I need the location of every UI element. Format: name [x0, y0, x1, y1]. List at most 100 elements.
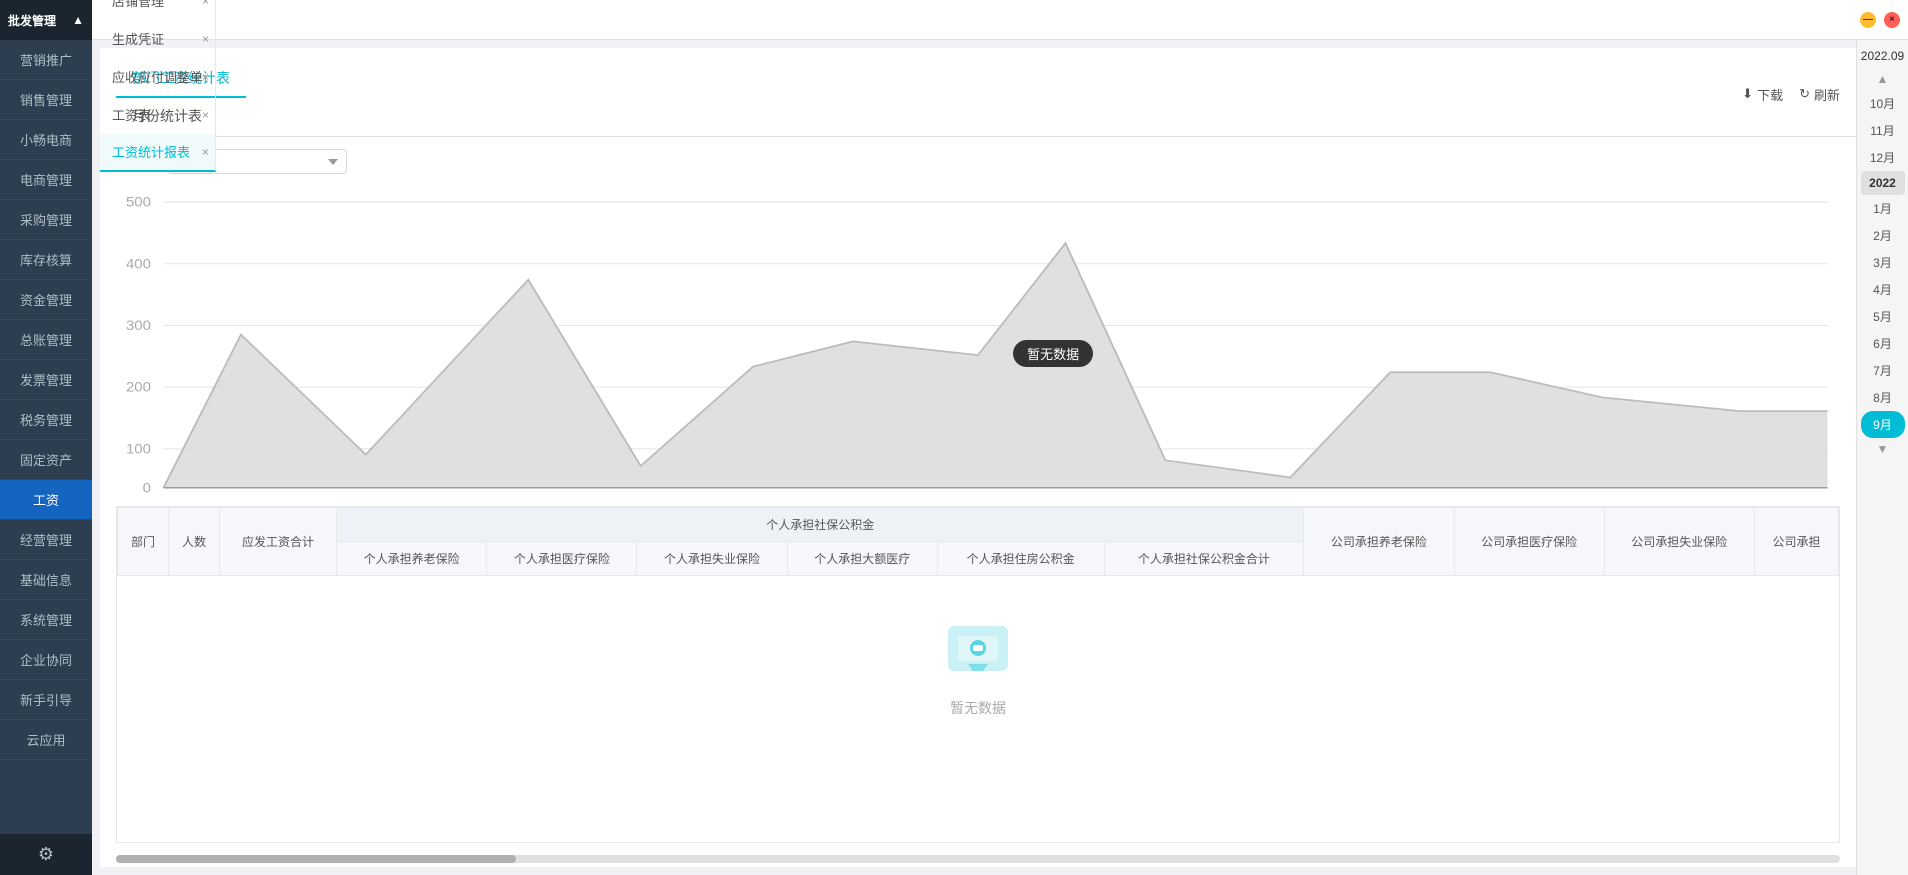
- toolbar: ⬇ 下载 ↻ 刷新: [1742, 85, 1840, 112]
- tab-voucher[interactable]: 生成凭证×: [100, 20, 216, 58]
- col-personal-med: 个人承担医疗保险: [487, 542, 637, 576]
- date-top-label: 2022.09: [1861, 44, 1905, 68]
- empty-icon: [938, 606, 1018, 686]
- date-nav-up[interactable]: ▲: [1865, 68, 1901, 90]
- svg-text:200: 200: [126, 380, 151, 395]
- tab-ar-ap[interactable]: 应收应付调整单×: [100, 58, 216, 96]
- sidebar-item-inventory[interactable]: 库存核算: [0, 240, 92, 280]
- sidebar-item-operations[interactable]: 经营管理: [0, 520, 92, 560]
- top-tabs-bar: 首页门店商品目录×销售单×店铺管理×生成凭证×应收应付调整单×工资表×工资统计报…: [92, 0, 1908, 40]
- col-personal-housing: 个人承担住房公积金: [937, 542, 1104, 576]
- sidebar: 批发管理 ▲ 营销推广销售管理小畅电商电商管理采购管理库存核算资金管理总账管理发…: [0, 0, 92, 875]
- sidebar-item-ecommerce-small[interactable]: 小畅电商: [0, 120, 92, 160]
- settings-button[interactable]: ⚙: [0, 834, 92, 875]
- sidebar-item-ledger[interactable]: 总账管理: [0, 320, 92, 360]
- date-nav-down[interactable]: ▼: [1865, 438, 1901, 460]
- date-item-2月[interactable]: 2月: [1861, 222, 1905, 249]
- download-label: 下载: [1757, 85, 1783, 104]
- salary-table: 部门 人数 应发工资合计 个人承担社保公积金 公司承担养老保险 公司承担医疗保险…: [117, 507, 1839, 576]
- download-icon: ⬇: [1742, 86, 1753, 102]
- sidebar-header: 批发管理 ▲: [0, 0, 92, 40]
- sidebar-item-guide[interactable]: 新手引导: [0, 680, 92, 720]
- svg-text:300: 300: [126, 319, 151, 334]
- col-company-other: 公司承担: [1754, 508, 1838, 576]
- col-group-personal: 个人承担社保公积金: [337, 508, 1304, 542]
- tab-close-ar-ap[interactable]: ×: [200, 68, 211, 86]
- table-wrapper[interactable]: 部门 人数 应发工资合计 个人承担社保公积金 公司承担养老保险 公司承担医疗保险…: [116, 506, 1840, 843]
- tab-close-store-manage[interactable]: ×: [200, 0, 211, 10]
- chart-area: 500 400 300 200 100 0 暂: [100, 186, 1856, 506]
- svg-text:0: 0: [143, 481, 151, 496]
- date-item-8月[interactable]: 8月: [1861, 384, 1905, 411]
- svg-text:400: 400: [126, 257, 151, 272]
- sidebar-item-finance[interactable]: 资金管理: [0, 280, 92, 320]
- tabs-container: 首页门店商品目录×销售单×店铺管理×生成凭证×应收应付调整单×工资表×工资统计报…: [100, 0, 216, 172]
- svg-text:500: 500: [126, 195, 151, 210]
- tab-close-voucher[interactable]: ×: [200, 30, 211, 48]
- sidebar-items: 营销推广销售管理小畅电商电商管理采购管理库存核算资金管理总账管理发票管理税务管理…: [0, 40, 92, 760]
- sidebar-item-ecommerce[interactable]: 电商管理: [0, 160, 92, 200]
- col-company-unemploy: 公司承担失业保险: [1604, 508, 1754, 576]
- close-button[interactable]: ×: [1884, 12, 1900, 28]
- date-item-3月[interactable]: 3月: [1861, 249, 1905, 276]
- tab-payroll-report[interactable]: 工资统计报表×: [100, 134, 216, 172]
- tab-close-payroll[interactable]: ×: [200, 106, 211, 124]
- scrollbar-thumb[interactable]: [116, 855, 516, 863]
- date-item-10月[interactable]: 10月: [1861, 90, 1905, 117]
- date-item-5月[interactable]: 5月: [1861, 303, 1905, 330]
- tab-payroll[interactable]: 工资表×: [100, 96, 216, 134]
- tab-store-manage[interactable]: 店铺管理×: [100, 0, 216, 20]
- main-area: 首页门店商品目录×销售单×店铺管理×生成凭证×应收应付调整单×工资表×工资统计报…: [92, 0, 1908, 875]
- sidebar-item-sales[interactable]: 销售管理: [0, 80, 92, 120]
- empty-text: 暂无数据: [950, 698, 1006, 718]
- sidebar-item-assets[interactable]: 固定资产: [0, 440, 92, 480]
- refresh-button[interactable]: ↻ 刷新: [1799, 85, 1840, 104]
- window-controls: — ×: [1860, 12, 1900, 28]
- minimize-button[interactable]: —: [1860, 12, 1876, 28]
- sidebar-item-tax[interactable]: 税务管理: [0, 400, 92, 440]
- date-item-4月[interactable]: 4月: [1861, 276, 1905, 303]
- col-count: 人数: [168, 508, 219, 576]
- date-item-6月[interactable]: 6月: [1861, 330, 1905, 357]
- sidebar-title: 批发管理: [8, 12, 56, 29]
- col-personal-unemploy: 个人承担失业保险: [637, 542, 787, 576]
- refresh-label: 刷新: [1814, 85, 1840, 104]
- chart-tooltip: 暂无数据: [1013, 340, 1093, 367]
- sidebar-item-enterprise[interactable]: 企业协同: [0, 640, 92, 680]
- date-items-container: 10月11月12月20221月2月3月4月5月6月7月8月9月: [1861, 90, 1905, 438]
- date-item-1月[interactable]: 1月: [1861, 195, 1905, 222]
- sidebar-item-salary[interactable]: 工资: [0, 480, 92, 520]
- col-personal-old: 个人承担养老保险: [337, 542, 487, 576]
- sub-tabs-bar: 部门工资统计表月份统计表 ⬇ 下载 ↻ 刷新: [100, 48, 1856, 137]
- col-company-med: 公司承担医疗保险: [1454, 508, 1604, 576]
- svg-text:100: 100: [126, 442, 151, 457]
- date-item-2022[interactable]: 2022: [1861, 171, 1905, 195]
- col-dept: 部门: [118, 508, 169, 576]
- sidebar-item-basic[interactable]: 基础信息: [0, 560, 92, 600]
- date-item-7月[interactable]: 7月: [1861, 357, 1905, 384]
- col-personal-major-med: 个人承担大额医疗: [787, 542, 937, 576]
- sidebar-item-cloud[interactable]: 云应用: [0, 720, 92, 760]
- main-panel: 部门工资统计表月份统计表 ⬇ 下载 ↻ 刷新 部门： 全部销售部财务部采购部仓储…: [100, 48, 1856, 867]
- sidebar-arrow[interactable]: ▲: [72, 13, 84, 27]
- download-button[interactable]: ⬇ 下载: [1742, 85, 1783, 104]
- settings-icon: ⚙: [38, 844, 54, 864]
- col-total: 应发工资合计: [219, 508, 336, 576]
- tab-close-payroll-report[interactable]: ×: [200, 143, 211, 161]
- date-item-9月[interactable]: 9月: [1861, 411, 1905, 438]
- horizontal-scrollbar[interactable]: [116, 855, 1840, 863]
- content-area: 部门工资统计表月份统计表 ⬇ 下载 ↻ 刷新 部门： 全部销售部财务部采购部仓储…: [92, 40, 1908, 875]
- sidebar-item-system[interactable]: 系统管理: [0, 600, 92, 640]
- refresh-icon: ↻: [1799, 86, 1810, 102]
- area-chart: 500 400 300 200 100 0: [116, 186, 1840, 506]
- filter-bar: 部门： 全部销售部财务部采购部仓储部: [100, 137, 1856, 186]
- empty-state: 暂无数据: [117, 576, 1839, 748]
- date-item-11月[interactable]: 11月: [1861, 117, 1905, 144]
- sidebar-item-invoice[interactable]: 发票管理: [0, 360, 92, 400]
- sidebar-item-purchase[interactable]: 采购管理: [0, 200, 92, 240]
- right-sidebar: 2022.09 ▲ 10月11月12月20221月2月3月4月5月6月7月8月9…: [1856, 40, 1908, 875]
- col-company-old: 公司承担养老保险: [1304, 508, 1454, 576]
- date-item-12月[interactable]: 12月: [1861, 144, 1905, 171]
- sidebar-item-marketing[interactable]: 营销推广: [0, 40, 92, 80]
- col-personal-total: 个人承担社保公积金合计: [1104, 542, 1304, 576]
